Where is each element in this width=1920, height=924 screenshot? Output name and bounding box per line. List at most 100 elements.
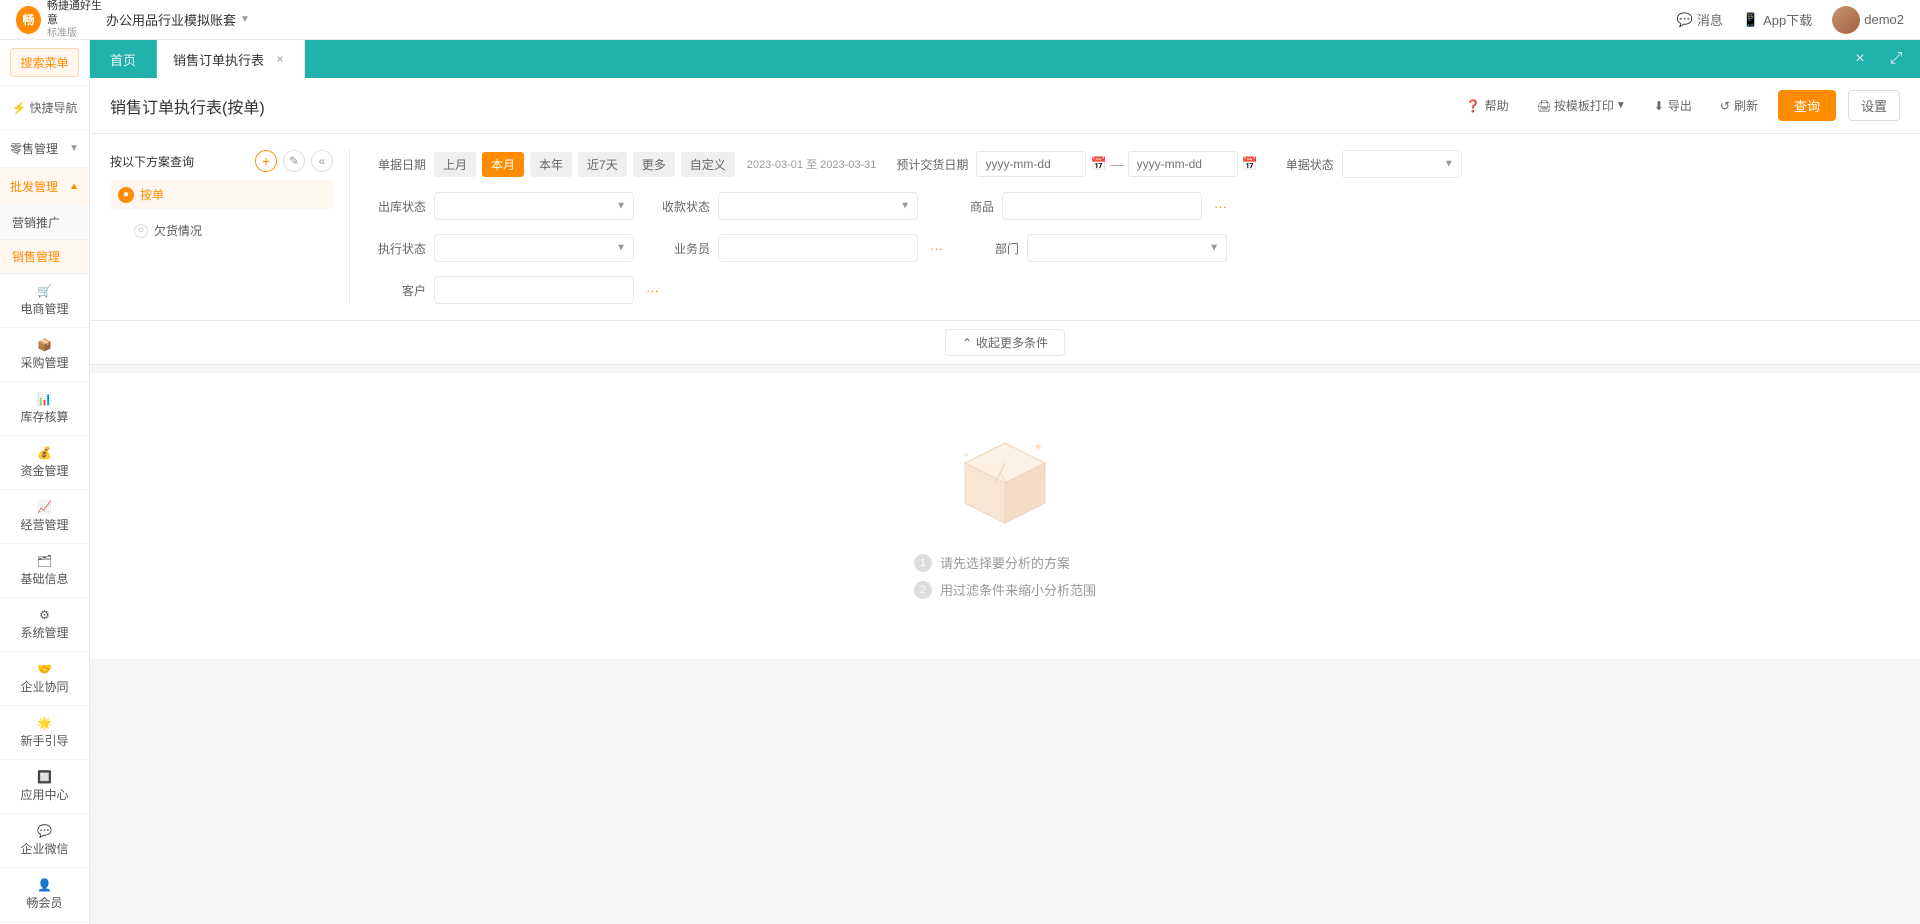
expected-date-from-input[interactable]	[976, 151, 1086, 177]
filter-field-date: 单据日期 上月 本月 本年 近7天 更多 自定义 2023-03-01 至 20…	[370, 152, 876, 177]
filter-solution-header: 按以下方案查询 + ✎ «	[110, 150, 333, 172]
filter-status-label: 单据状态	[1278, 156, 1334, 173]
sidebar-item-marketing[interactable]: 营销推广	[0, 206, 89, 240]
logo-sub-text: 标准版	[47, 27, 106, 40]
app-title-text: 办公用品行业模拟账套	[106, 10, 236, 29]
date-from-calendar-icon[interactable]: 📅	[1090, 156, 1106, 172]
tab-close-all-button[interactable]: ×	[1846, 45, 1874, 73]
sidebar-item-finance[interactable]: 💰 资金管理	[0, 436, 89, 490]
sidebar-retail-expand-icon: ▼	[69, 143, 79, 154]
date-btn-more[interactable]: 更多	[633, 152, 675, 177]
sidebar-item-wechat[interactable]: 💬 企业微信	[0, 814, 89, 868]
help-button[interactable]: ❓ 帮助	[1458, 93, 1517, 118]
date-btn-7days[interactable]: 近7天	[578, 152, 627, 177]
filter-row-2: 出库状态 ▼ 收款状态	[370, 192, 1900, 220]
print-label: 按模板打印	[1554, 97, 1614, 114]
refresh-button[interactable]: ↺ 刷新	[1712, 93, 1766, 118]
date-input-wrap: 📅 — 📅	[976, 151, 1257, 177]
top-header: 畅 畅捷通好生意 标准版 办公用品行业模拟账套 ▼ 💬 消息 📱 App下载 d…	[0, 0, 1920, 40]
sidebar-item-quicknav[interactable]: ⚡ 快捷导航	[0, 92, 89, 123]
empty-tip-1: 1 请先选择要分析的方案	[914, 553, 1096, 572]
sidebar-item-basic[interactable]: 🗂 基础信息	[0, 544, 89, 598]
wechat-icon: 💬	[37, 824, 52, 838]
outstock-select[interactable]	[434, 192, 634, 220]
message-button[interactable]: 💬 消息	[1677, 10, 1723, 29]
app-title-arrow-icon[interactable]: ▼	[240, 14, 250, 25]
date-btn-lastmonth[interactable]: 上月	[434, 152, 476, 177]
filter-expected-date-label: 预计交货日期	[896, 156, 968, 173]
sidebar-item-enterprise[interactable]: 🤝 企业协同	[0, 652, 89, 706]
sidebar-nav-section: ⚡ 快捷导航	[0, 86, 89, 130]
customer-more-icon[interactable]: ···	[646, 283, 659, 298]
filter-outstock-label: 出库状态	[370, 198, 426, 215]
tab-active[interactable]: 销售订单执行表 ×	[157, 40, 305, 78]
sidebar-item-operation[interactable]: 📈 经营管理	[0, 490, 89, 544]
sidebar-item-inventory[interactable]: 📊 库存核算	[0, 382, 89, 436]
help-label: 帮助	[1485, 97, 1509, 114]
empty-tips: 1 请先选择要分析的方案 2 用过滤条件来缩小分析范围	[914, 553, 1096, 599]
date-btn-thisyear[interactable]: 本年	[530, 152, 572, 177]
solution-title-text: 按以下方案查询	[110, 153, 194, 170]
page-content: 销售订单执行表(按单) ❓ 帮助 🖨 按模板打印 ▼ ⬇ 导出	[90, 78, 1920, 924]
date-range-text: 2023-03-01 至 2023-03-31	[747, 156, 877, 172]
solution-add-button[interactable]: +	[255, 150, 277, 172]
sidebar-item-member[interactable]: 👤 畅会员	[0, 868, 89, 922]
help-icon: ❓	[1466, 99, 1481, 113]
filter-right: 单据日期 上月 本月 本年 近7天 更多 自定义 2023-03-01 至 20…	[350, 150, 1900, 304]
dept-select-wrap: ▼	[1027, 234, 1227, 262]
solution-edit-button[interactable]: ✎	[283, 150, 305, 172]
tab-close-button[interactable]: ×	[272, 51, 288, 67]
sidebar-purchase-label: 采购管理	[20, 354, 68, 371]
sidebar-retail-label: 零售管理	[10, 140, 58, 157]
sidebar-item-wholesale[interactable]: 批发管理 ▲	[0, 168, 89, 206]
app-download-button[interactable]: 📱 App下载	[1743, 10, 1812, 29]
settings-button[interactable]: 设置	[1848, 90, 1900, 121]
customer-input[interactable]	[434, 276, 634, 304]
member-icon: 👤	[37, 878, 52, 892]
salesman-more-icon[interactable]: ···	[930, 241, 943, 256]
goods-more-icon[interactable]: ···	[1214, 199, 1227, 214]
tab-fullscreen-button[interactable]: ⤢	[1882, 45, 1910, 73]
sidebar-item-purchase[interactable]: 📦 采购管理	[0, 328, 89, 382]
salesman-input[interactable]	[718, 234, 918, 262]
sidebar-item-system[interactable]: ⚙ 系统管理	[0, 598, 89, 652]
receive-select-wrap: ▼	[718, 192, 918, 220]
sidebar-item-newbie[interactable]: 🌟 新手引导	[0, 706, 89, 760]
user-menu[interactable]: demo2	[1832, 6, 1904, 34]
logo-text: 畅捷通好生意 标准版	[47, 0, 106, 40]
svg-text:✦: ✦	[1033, 440, 1043, 454]
expected-date-to-input[interactable]	[1128, 151, 1238, 177]
export-button[interactable]: ⬇ 导出	[1646, 93, 1700, 118]
sidebar-item-appstore[interactable]: 🔲 应用中心	[0, 760, 89, 814]
execute-status-select[interactable]	[434, 234, 634, 262]
dept-select[interactable]	[1027, 234, 1227, 262]
print-button[interactable]: 🖨 按模板打印 ▼	[1529, 93, 1634, 118]
solution-item-debt[interactable]: ○ 欠货情况	[110, 217, 333, 244]
sidebar-item-ecommerce[interactable]: 🛒 电商管理	[0, 274, 89, 328]
sidebar-search-button[interactable]: 搜索菜单	[10, 48, 79, 77]
solution-actions: + ✎ «	[255, 150, 333, 172]
collapse-bar: ⌃ 收起更多条件	[90, 321, 1920, 365]
collapse-button[interactable]: ⌃ 收起更多条件	[945, 329, 1065, 356]
sidebar-item-sales[interactable]: 销售管理	[0, 240, 89, 274]
username-label: demo2	[1864, 12, 1904, 27]
goods-input[interactable]	[1002, 192, 1202, 220]
date-to-calendar-icon[interactable]: 📅	[1242, 156, 1258, 172]
filter-execute-status-label: 执行状态	[370, 240, 426, 257]
date-btn-thismonth[interactable]: 本月	[482, 152, 524, 177]
solution-item-order[interactable]: ● 按单	[110, 180, 333, 209]
filter-row-1: 单据日期 上月 本月 本年 近7天 更多 自定义 2023-03-01 至 20…	[370, 150, 1900, 178]
search-button[interactable]: 查询	[1778, 90, 1836, 121]
receive-status-select[interactable]	[718, 192, 918, 220]
empty-state: ✦ ✦ ✦ 1 请先选择要分析的方案 2 用过滤条件来缩小分析范围	[90, 373, 1920, 659]
tab-home[interactable]: 首页	[90, 40, 157, 78]
solution-collapse-button[interactable]: «	[311, 150, 333, 172]
refresh-icon: ↺	[1720, 99, 1730, 113]
filter-row-4: 客户 ···	[370, 276, 1900, 304]
date-btn-custom[interactable]: 自定义	[681, 152, 735, 177]
sidebar-item-retail[interactable]: 零售管理 ▼	[0, 130, 89, 168]
status-select[interactable]	[1342, 150, 1462, 178]
quicknav-icon: ⚡	[12, 101, 27, 115]
sidebar-enterprise-label: 企业协同	[20, 678, 68, 695]
sidebar-sales-label: 销售管理	[12, 250, 60, 264]
